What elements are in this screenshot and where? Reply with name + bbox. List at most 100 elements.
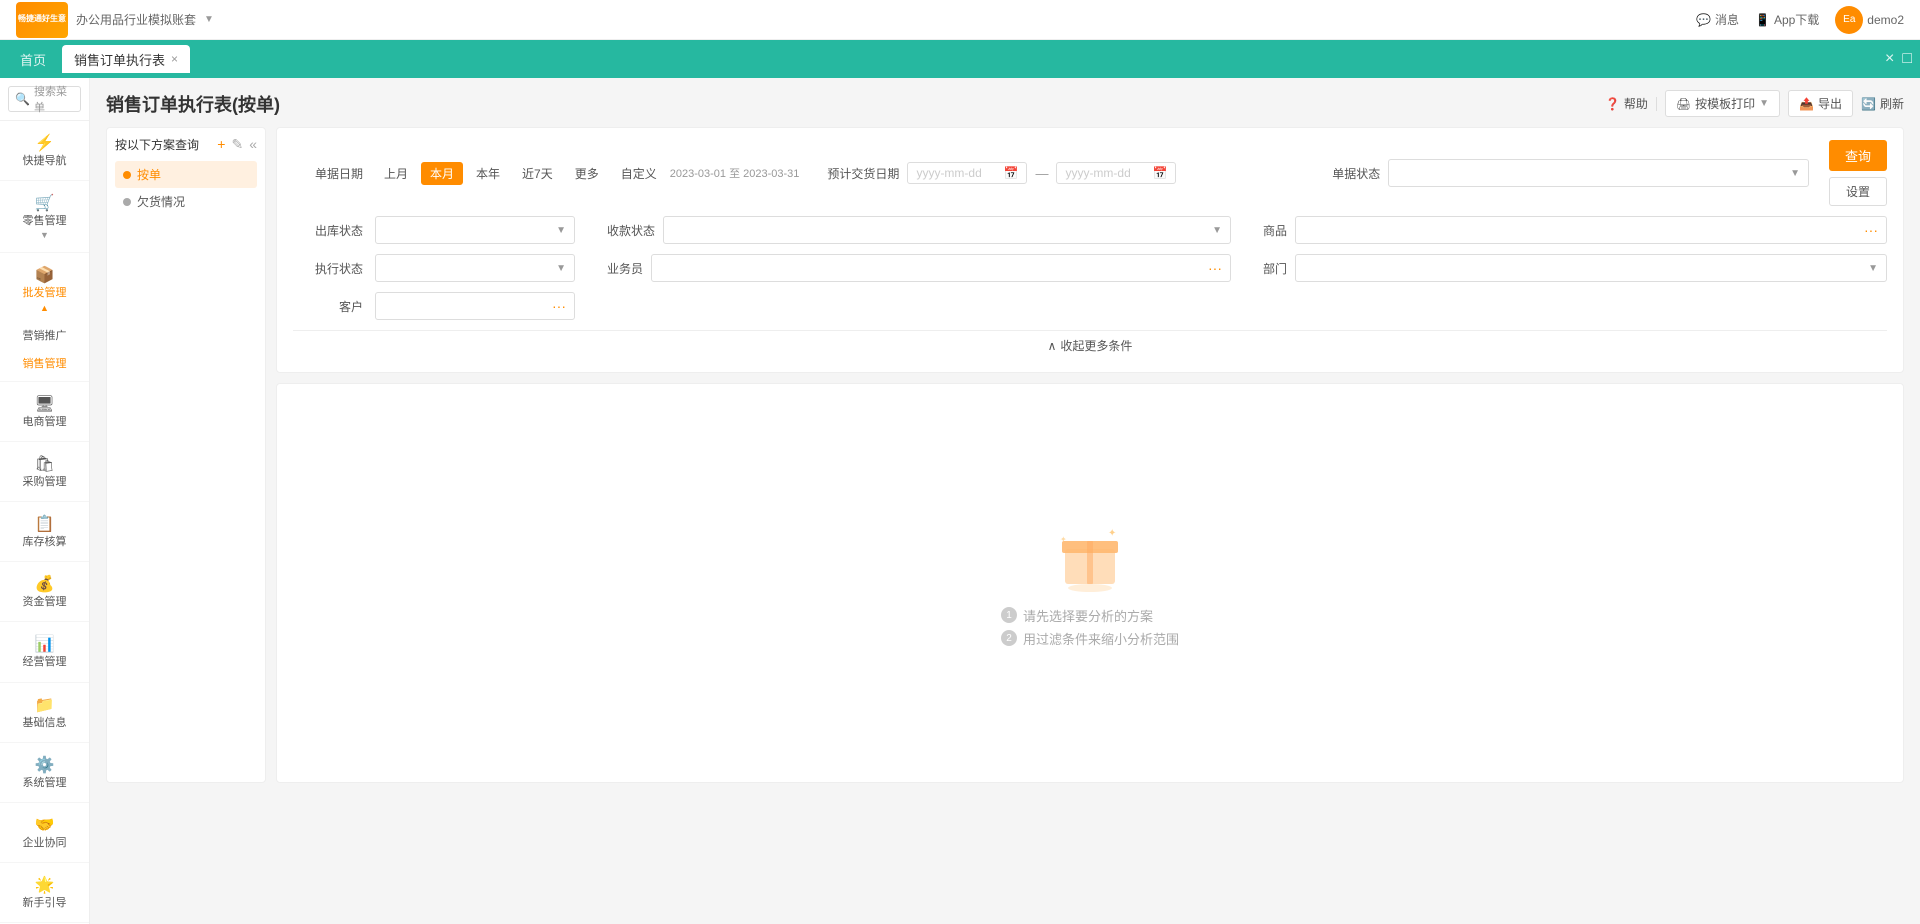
settings-button[interactable]: 设置 <box>1829 177 1887 206</box>
dept-label: 部门 <box>1263 260 1287 277</box>
expected-delivery-start[interactable]: yyyy-mm-dd 📅 <box>907 162 1027 184</box>
finance-label: 资金管理 <box>23 596 67 609</box>
newbie-icon: 🌟 <box>35 875 55 895</box>
doc-status-select[interactable]: ▼ <box>1388 159 1809 187</box>
empty-box-svg: ✦ ✦ <box>1050 514 1130 594</box>
help-icon: ❓ <box>1605 97 1620 111</box>
sidebar-sub-marketing[interactable]: 营销推广 <box>0 321 89 349</box>
dept-select[interactable]: ▼ <box>1295 254 1887 282</box>
print-btn[interactable]: 🖨 按模板打印 ▼ <box>1665 90 1780 117</box>
sidebar-sub-sales[interactable]: 销售管理 <box>0 349 89 377</box>
search-placeholder: 搜索菜单 <box>34 83 74 115</box>
query-button[interactable]: 查询 <box>1829 140 1887 171</box>
app-logo: 畅捷通好生意 <box>16 2 68 38</box>
shipment-select[interactable]: ▼ <box>375 216 575 244</box>
ecommerce-icon: 🖥 <box>34 394 54 414</box>
content-body: 按以下方案查询 + ✎ « 按单 欠货情况 <box>106 127 1904 783</box>
wholesale-icon: 📦 <box>35 265 55 285</box>
top-actions: ❓ 帮助 🖨 按模板打印 ▼ 📤 导出 🔄 刷新 <box>1605 90 1904 117</box>
app-download-action[interactable]: 📱 App下载 <box>1755 11 1819 28</box>
collapse-btn[interactable]: ∧ 收起更多条件 <box>293 330 1887 360</box>
sidebar-item-enterprise[interactable]: 🤝 企业协同 <box>0 807 89 858</box>
sidebar-item-newbie[interactable]: 🌟 新手引导 <box>0 867 89 918</box>
purchase-label: 采购管理 <box>23 476 67 489</box>
basic-icon: 📁 <box>35 695 55 715</box>
filter-row-3: 执行状态 ▼ 业务员 ··· <box>293 254 1887 282</box>
search-icon: 🔍 <box>15 92 30 106</box>
exec-status-label: 执行状态 <box>293 260 363 277</box>
expected-delivery-end[interactable]: yyyy-mm-dd 📅 <box>1056 162 1176 184</box>
product-area: 商品 ··· <box>1263 216 1887 244</box>
customer-input[interactable]: ··· <box>375 292 575 320</box>
sidebar-item-purchase[interactable]: 🛍 采购管理 <box>0 446 89 497</box>
sales-label: 销售管理 <box>23 355 67 371</box>
mobile-icon: 📱 <box>1755 13 1770 27</box>
tab-current[interactable]: 销售订单执行表 × <box>62 45 190 73</box>
export-btn[interactable]: 📤 导出 <box>1788 90 1853 117</box>
retail-arrow: ▼ <box>40 230 49 240</box>
user-profile[interactable]: Ea demo2 <box>1835 6 1904 34</box>
page-title-bar: 销售订单执行表(按单) ❓ 帮助 🖨 按模板打印 ▼ 📤 导出 <box>106 90 1904 117</box>
tab-home[interactable]: 首页 <box>8 45 58 73</box>
product-input[interactable]: ··· <box>1295 216 1887 244</box>
shipment-label: 出库状态 <box>293 222 363 239</box>
scheme-item-0[interactable]: 按单 <box>115 161 257 188</box>
sidebar-item-quick-nav[interactable]: ⚡ 快捷导航 <box>0 125 89 176</box>
date-tab-current-year[interactable]: 本年 <box>467 162 509 185</box>
date-tab-last-month[interactable]: 上月 <box>375 162 417 185</box>
window-maximize-icon[interactable]: □ <box>1902 50 1912 68</box>
page-title: 销售订单执行表(按单) <box>106 91 280 117</box>
sidebar-item-operations[interactable]: 📊 经营管理 <box>0 626 89 677</box>
add-scheme-btn[interactable]: + <box>217 136 225 153</box>
wholesale-label: 批发管理 <box>23 287 67 300</box>
sidebar-item-system[interactable]: ⚙️ 系统管理 <box>0 747 89 798</box>
doc-status-area: 单据状态 ▼ <box>1332 159 1809 187</box>
edit-scheme-btn[interactable]: ✎ <box>231 136 243 153</box>
scheme-item-1[interactable]: 欠货情况 <box>115 188 257 215</box>
ecommerce-label: 电商管理 <box>23 416 67 429</box>
date-separator: — <box>1035 166 1048 181</box>
right-area: 单据日期 上月 本月 本年 近7天 更多 自定义 2023-03-01 至 20… <box>276 127 1904 783</box>
nav-operations: 📊 经营管理 <box>0 622 89 682</box>
message-action[interactable]: 💬 消息 <box>1696 11 1739 28</box>
exec-status-select[interactable]: ▼ <box>375 254 575 282</box>
window-close-icon[interactable]: × <box>1885 50 1894 68</box>
inventory-label: 库存核算 <box>23 536 67 549</box>
content-area: 销售订单执行表(按单) ❓ 帮助 🖨 按模板打印 ▼ 📤 导出 <box>90 78 1920 924</box>
nav-ecommerce: 🖥 电商管理 <box>0 382 89 442</box>
sidebar-item-wholesale[interactable]: 📦 批发管理 ▲ <box>0 257 89 320</box>
exec-arrow: ▼ <box>556 263 566 274</box>
delivery-end-placeholder: yyyy-mm-dd <box>1065 166 1130 180</box>
expected-delivery-area: 预计交货日期 yyyy-mm-dd 📅 — yyyy-mm-dd 📅 <box>827 162 1304 184</box>
date-range-display: 2023-03-01 至 2023-03-31 <box>670 165 800 181</box>
enterprise-icon: 🤝 <box>35 815 55 835</box>
tab-bar: 首页 销售订单执行表 × × □ <box>0 40 1920 78</box>
date-tab-7days[interactable]: 近7天 <box>513 162 562 185</box>
product-dots[interactable]: ··· <box>1864 222 1878 238</box>
date-tab-more[interactable]: 更多 <box>566 162 608 185</box>
expected-delivery-label: 预计交货日期 <box>827 165 899 182</box>
sidebar-item-basic[interactable]: 📁 基础信息 <box>0 687 89 738</box>
breadcrumb-dropdown[interactable]: ▼ <box>204 14 214 25</box>
salesperson-input[interactable]: ··· <box>651 254 1231 282</box>
collapse-left-btn[interactable]: « <box>249 136 257 153</box>
tab-close-icon[interactable]: × <box>171 52 178 66</box>
salesperson-dots[interactable]: ··· <box>1208 260 1222 276</box>
customer-dots[interactable]: ··· <box>552 298 566 314</box>
sidebar-item-finance[interactable]: 💰 资金管理 <box>0 566 89 617</box>
export-icon: 📤 <box>1799 97 1814 111</box>
sidebar-item-retail[interactable]: 🛒 零售管理 ▼ <box>0 185 89 248</box>
nav-purchase: 🛍 采购管理 <box>0 442 89 502</box>
sidebar-item-ecommerce[interactable]: 🖥 电商管理 <box>0 386 89 437</box>
date-tab-custom[interactable]: 自定义 <box>612 162 666 185</box>
help-btn[interactable]: ❓ 帮助 <box>1605 95 1648 112</box>
refresh-btn[interactable]: 🔄 刷新 <box>1861 95 1904 112</box>
receipt-select[interactable]: ▼ <box>663 216 1231 244</box>
search-menu-box[interactable]: 🔍 搜索菜单 <box>8 86 81 112</box>
system-label: 系统管理 <box>23 777 67 790</box>
nav-wholesale: 📦 批发管理 ▲ 营销推广 销售管理 <box>0 253 89 381</box>
doc-status-arrow: ▼ <box>1790 168 1800 179</box>
sidebar-item-inventory[interactable]: 📋 库存核算 <box>0 506 89 557</box>
empty-tip-1: 1 请先选择要分析的方案 <box>1001 606 1179 625</box>
date-tab-current-month[interactable]: 本月 <box>421 162 463 185</box>
